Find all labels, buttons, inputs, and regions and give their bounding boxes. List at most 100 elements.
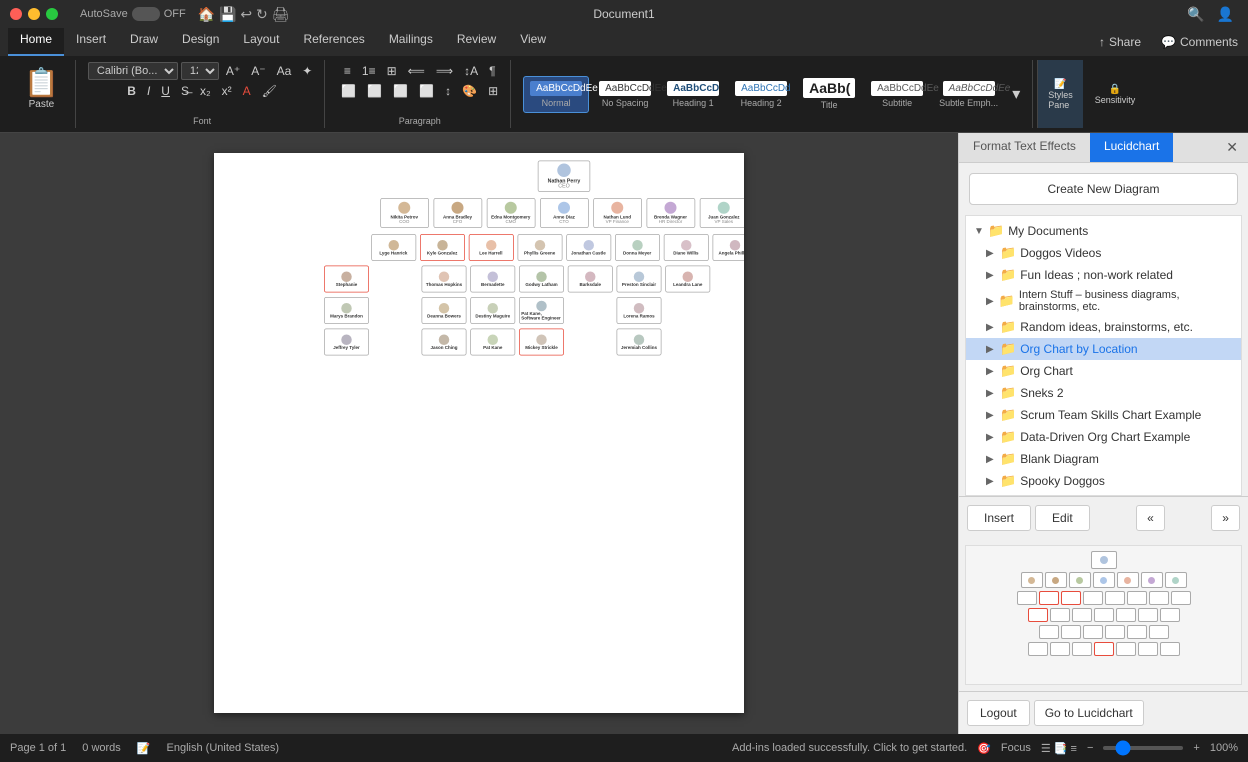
highlight-button[interactable]: 🖌 [258,82,281,100]
tree-item-org-location[interactable]: ▶ 📁 Org Chart by Location [966,338,1241,360]
shading-button[interactable]: 🎨 [458,82,481,100]
grow-font-button[interactable]: A⁺ [222,62,244,80]
minimize-button[interactable] [28,8,40,20]
panel-close-button[interactable]: ✕ [1216,133,1248,162]
italic-button[interactable]: I [143,82,154,100]
tree-item-scrum[interactable]: ▶ 📁 Scrum Team Skills Chart Example [966,404,1241,426]
style-subtitle[interactable]: AaBbCcDdEe Subtitle [865,77,929,112]
tree-root[interactable]: ▼ 📁 My Documents [966,220,1241,242]
indent-button[interactable]: ⟹ [432,62,457,80]
panel-tab-format[interactable]: Format Text Effects [959,133,1090,162]
focus-label[interactable]: Focus [1001,742,1031,754]
panel-header: Format Text Effects Lucidchart ✕ [959,133,1248,163]
addin-message[interactable]: Add-ins loaded successfully. Click to ge… [732,742,967,754]
maximize-button[interactable] [46,8,58,20]
styles-group: AaBbCcDdEe Normal AaBbCcDdEe No Spacing … [515,60,1033,128]
tab-design[interactable]: Design [170,28,231,56]
underline-button[interactable]: U [157,82,174,100]
align-right-button[interactable]: ⬜ [389,82,412,100]
bold-button[interactable]: B [123,82,140,100]
go-to-lucidchart-button[interactable]: Go to Lucidchart [1034,700,1144,726]
style-heading2[interactable]: AaBbCcDd Heading 2 [729,77,793,112]
justify-button[interactable]: ⬜ [415,82,438,100]
tab-view[interactable]: View [508,28,558,56]
logout-button[interactable]: Logout [967,700,1030,726]
paste-button[interactable]: 📋 Paste [16,62,67,114]
user-icon[interactable]: 👤 [1213,4,1238,25]
tab-mailings[interactable]: Mailings [377,28,445,56]
tree-item-doggos[interactable]: ▶ 📁 Doggos Videos [966,242,1241,264]
styles-pane-button[interactable]: 📝 StylesPane [1037,60,1083,128]
strikethrough-button[interactable]: S̶ [177,82,193,100]
zoom-out-icon[interactable]: − [1087,742,1093,754]
focus-icon[interactable]: 🎯 [977,742,991,755]
window-controls[interactable] [10,8,58,20]
style-no-spacing[interactable]: AaBbCcDdEe No Spacing [593,77,657,112]
tree-item-fun[interactable]: ▶ 📁 Fun Ideas ; non-work related [966,264,1241,286]
create-new-diagram-button[interactable]: Create New Diagram [969,173,1238,205]
view-icons[interactable]: ☰ 📑 ≡ [1041,742,1077,755]
multilevel-button[interactable]: ⊞ [383,62,401,80]
folder-icon: 📁 [1000,407,1016,423]
clear-format-button[interactable]: ✦ [298,62,316,80]
tree-item-sneks[interactable]: ▶ 📁 Sneks 2 [966,382,1241,404]
shrink-font-button[interactable]: A⁻ [247,62,269,80]
numbered-button[interactable]: 1≡ [358,62,380,80]
style-title[interactable]: AaBb( Title [797,74,861,114]
subscript-button[interactable]: x₂ [196,82,215,100]
insert-button[interactable]: Insert [967,505,1031,531]
zoom-in-icon[interactable]: + [1193,742,1199,754]
language[interactable]: English (United States) [167,742,280,754]
search-icon[interactable]: 🔍 [1183,4,1208,25]
tree-item-data-driven[interactable]: ▶ 📁 Data-Driven Org Chart Example [966,426,1241,448]
styles-more-button[interactable]: ▾ [1008,82,1024,106]
sensitivity-button[interactable]: 🔒 Sensitivity [1087,60,1144,128]
autosave-state: OFF [164,8,186,20]
panel-tab-lucidchart[interactable]: Lucidchart [1090,133,1173,162]
zoom-slider[interactable] [1103,746,1183,750]
tree-item-intern[interactable]: ▶ 📁 Intern Stuff – business diagrams, br… [966,286,1241,316]
tree-item-spooky[interactable]: ▶ 📁 Spooky Doggos [966,470,1241,492]
tab-draw[interactable]: Draw [118,28,170,56]
folder-icon: 📁 [1000,385,1016,401]
tab-references[interactable]: References [291,28,376,56]
align-left-button[interactable]: ⬜ [337,82,360,100]
show-formatting-button[interactable]: ¶ [485,62,499,80]
tab-layout[interactable]: Layout [231,28,291,56]
tab-home[interactable]: Home [8,28,64,56]
tree-item-blank[interactable]: ▶ 📁 Blank Diagram [966,448,1241,470]
font-size-select[interactable]: 12 [181,62,219,80]
title-bar-actions[interactable]: 🔍 👤 [1183,4,1238,25]
align-center-button[interactable]: ⬜ [363,82,386,100]
next-button[interactable]: » [1211,505,1240,531]
tree-item-orgchart[interactable]: ▶ 📁 Org Chart [966,360,1241,382]
tree-item-random[interactable]: ▶ 📁 Random ideas, brainstorms, etc. [966,316,1241,338]
autosave-toggle[interactable] [132,7,160,21]
tree-item-label: Blank Diagram [1020,452,1099,466]
tree-item-label: Spooky Doggos [1020,474,1105,488]
nav-icons[interactable]: 🏠 💾 ↩ ↻ 🖨 [198,6,290,23]
close-button[interactable] [10,8,22,20]
outdent-button[interactable]: ⟸ [404,62,429,80]
comments-button[interactable]: 💬 Comments [1151,28,1248,56]
line-spacing-button[interactable]: ↕ [441,82,455,100]
edit-button[interactable]: Edit [1035,505,1090,531]
prev-button[interactable]: « [1136,505,1165,531]
right-panel: Format Text Effects Lucidchart ✕ Create … [958,133,1248,734]
sort-button[interactable]: ↕A [460,62,482,80]
superscript-button[interactable]: x² [218,82,236,100]
style-subtle-emph[interactable]: AaBbCcDdEe Subtle Emph... [933,77,1004,112]
tab-insert[interactable]: Insert [64,28,118,56]
style-normal[interactable]: AaBbCcDdEe Normal [523,76,589,113]
borders-button[interactable]: ⊞ [484,82,502,100]
autosave-area[interactable]: AutoSave OFF 🏠 💾 ↩ ↻ 🖨 [80,6,289,23]
font-name-select[interactable]: Calibri (Bo... [88,62,178,80]
document-page[interactable]: Nathan Perry CEO Legend Open Position Ne… [214,153,744,713]
font-color-button[interactable]: A [239,82,255,100]
share-button[interactable]: ↑ Share [1089,28,1151,56]
tab-review[interactable]: Review [445,28,508,56]
style-heading1[interactable]: AaBbCcD Heading 1 [661,77,725,112]
proofread-icon[interactable]: 📝 [137,742,151,755]
change-case-button[interactable]: Aa [273,62,296,80]
bullets-button[interactable]: ≡ [340,62,355,80]
